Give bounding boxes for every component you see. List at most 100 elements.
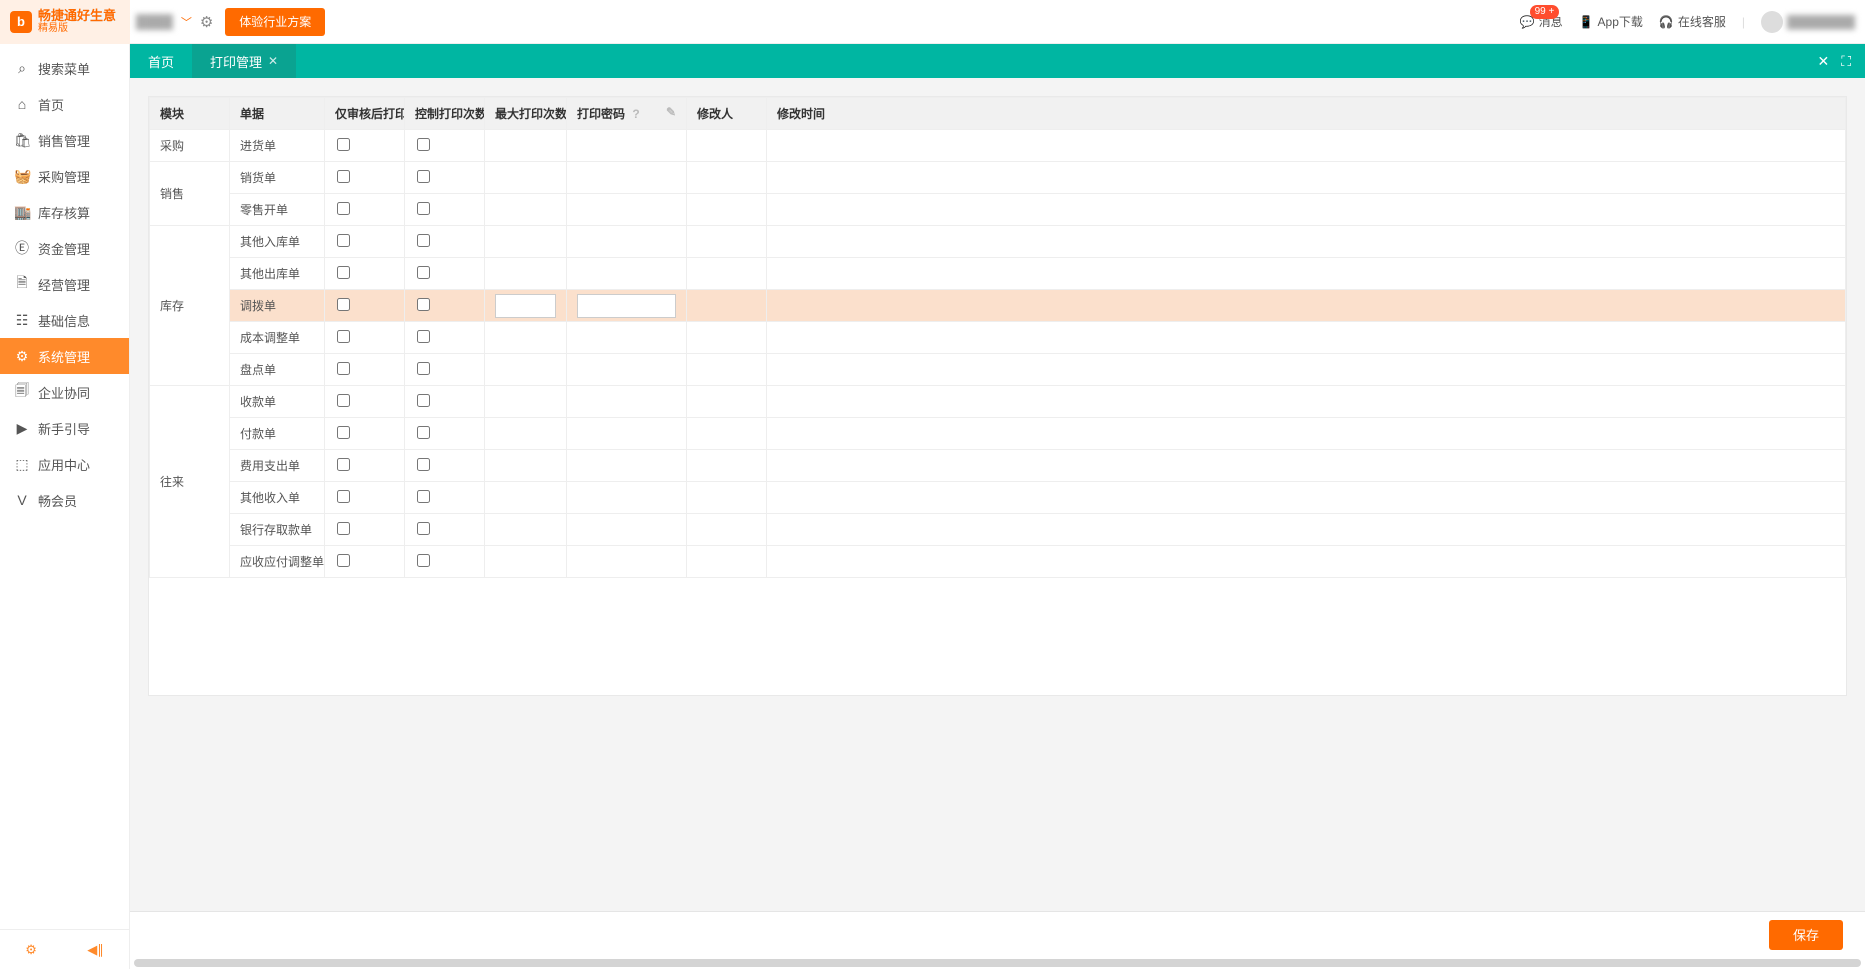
table-row: 库存其他入库单: [150, 226, 1846, 258]
company-selector[interactable]: ████ ﹀ ⚙: [136, 13, 213, 31]
modifier-cell: [687, 258, 767, 290]
tab-0[interactable]: 首页: [130, 44, 192, 78]
sidebar-item-icon: ☷: [14, 312, 30, 329]
fullscreen-icon[interactable]: ⛶: [1841, 53, 1851, 70]
mod-time-cell: [767, 386, 1846, 418]
modifier-cell: [687, 482, 767, 514]
gear-icon[interactable]: ⚙: [200, 13, 213, 31]
sidebar-item-11[interactable]: ⬚应用中心: [0, 446, 129, 482]
mod-time-cell: [767, 322, 1846, 354]
sidebar-item-0[interactable]: ⌕搜索菜单: [0, 50, 129, 86]
sidebar-item-12[interactable]: V畅会员: [0, 482, 129, 518]
edit-column-icon[interactable]: ✎: [666, 105, 676, 119]
checkbox[interactable]: [337, 170, 350, 183]
sidebar-item-6[interactable]: 🗎经营管理: [0, 266, 129, 302]
checkbox[interactable]: [417, 202, 430, 215]
sidebar-item-label: 资金管理: [38, 239, 90, 258]
close-icon[interactable]: ✕: [268, 54, 278, 68]
print-settings-panel: 模块 单据 仅审核后打印 控制打印次数 最大打印次数 打印密码 ? ✎: [148, 96, 1847, 696]
checkbox[interactable]: [337, 138, 350, 151]
doc-cell: 盘点单: [230, 354, 325, 386]
settings-icon[interactable]: ⚙: [25, 942, 37, 958]
checkbox[interactable]: [337, 554, 350, 567]
support-link[interactable]: 🎧 在线客服: [1659, 13, 1726, 30]
sidebar-item-5[interactable]: Ⓔ资金管理: [0, 230, 129, 266]
control-count-cell: [405, 226, 485, 258]
tab-bar: 首页打印管理✕ ✕ ⛶: [130, 44, 1865, 78]
checkbox[interactable]: [417, 266, 430, 279]
help-icon[interactable]: ?: [632, 107, 639, 121]
close-tab-icon[interactable]: ✕: [1817, 53, 1829, 70]
checkbox[interactable]: [417, 490, 430, 503]
checkbox[interactable]: [417, 362, 430, 375]
tab-1[interactable]: 打印管理✕: [192, 44, 296, 78]
checkbox[interactable]: [417, 458, 430, 471]
sidebar-list: ⌕搜索菜单⌂首页🛍销售管理🧺采购管理🏬库存核算Ⓔ资金管理🗎经营管理☷基础信息⚙系…: [0, 44, 129, 929]
control-count-cell: [405, 290, 485, 322]
tab-label: 首页: [148, 52, 174, 71]
password-cell: [567, 482, 687, 514]
sidebar-item-1[interactable]: ⌂首页: [0, 86, 129, 122]
checkbox[interactable]: [337, 298, 350, 311]
modifier-cell: [687, 290, 767, 322]
sidebar-item-4[interactable]: 🏬库存核算: [0, 194, 129, 230]
only-audit-cell: [325, 450, 405, 482]
sidebar-item-icon: ⚙: [14, 348, 30, 365]
sidebar-item-9[interactable]: 🗐企业协同: [0, 374, 129, 410]
doc-cell: 费用支出单: [230, 450, 325, 482]
checkbox[interactable]: [337, 202, 350, 215]
sidebar-item-3[interactable]: 🧺采购管理: [0, 158, 129, 194]
control-count-cell: [405, 514, 485, 546]
doc-cell: 进货单: [230, 130, 325, 162]
password-cell: [567, 162, 687, 194]
checkbox[interactable]: [417, 426, 430, 439]
checkbox[interactable]: [417, 394, 430, 407]
checkbox[interactable]: [417, 298, 430, 311]
mod-time-cell: [767, 162, 1846, 194]
max-count-cell: [485, 162, 567, 194]
promo-button[interactable]: 体验行业方案: [225, 8, 325, 36]
sidebar-item-7[interactable]: ☷基础信息: [0, 302, 129, 338]
mod-time-cell: [767, 482, 1846, 514]
checkbox[interactable]: [337, 522, 350, 535]
only-audit-cell: [325, 354, 405, 386]
control-count-cell: [405, 482, 485, 514]
checkbox[interactable]: [417, 554, 430, 567]
horizontal-scrollbar[interactable]: [130, 957, 1865, 969]
checkbox[interactable]: [337, 330, 350, 343]
checkbox[interactable]: [417, 138, 430, 151]
collapse-icon[interactable]: ◀∥: [87, 942, 104, 958]
col-max-count: 最大打印次数: [485, 98, 567, 130]
sidebar-item-label: 企业协同: [38, 383, 90, 402]
user-name: ████████: [1787, 15, 1855, 29]
checkbox[interactable]: [337, 490, 350, 503]
sidebar-item-10[interactable]: ▶新手引导: [0, 410, 129, 446]
max-count-cell: [485, 450, 567, 482]
checkbox[interactable]: [417, 170, 430, 183]
checkbox[interactable]: [337, 362, 350, 375]
checkbox[interactable]: [337, 426, 350, 439]
phone-icon: 📱: [1579, 15, 1594, 29]
checkbox[interactable]: [337, 266, 350, 279]
sidebar-item-8[interactable]: ⚙系统管理: [0, 338, 129, 374]
checkbox[interactable]: [417, 234, 430, 247]
table-row: 采购进货单: [150, 130, 1846, 162]
checkbox[interactable]: [337, 234, 350, 247]
messages-link[interactable]: 💬 消息 99 +: [1520, 13, 1563, 30]
save-button[interactable]: 保存: [1769, 920, 1843, 950]
checkbox[interactable]: [417, 330, 430, 343]
checkbox[interactable]: [337, 394, 350, 407]
max-count-input[interactable]: [495, 294, 556, 318]
only-audit-cell: [325, 514, 405, 546]
password-cell: [567, 418, 687, 450]
app-download-link[interactable]: 📱 App下载: [1579, 13, 1643, 30]
user-menu[interactable]: ████████: [1761, 11, 1855, 33]
main-area: 首页打印管理✕ ✕ ⛶ 模块: [130, 44, 1865, 969]
sidebar-item-icon: 🏬: [14, 204, 30, 221]
checkbox[interactable]: [337, 458, 350, 471]
module-cell: 往来: [150, 386, 230, 578]
checkbox[interactable]: [417, 522, 430, 535]
sidebar-item-2[interactable]: 🛍销售管理: [0, 122, 129, 158]
password-input[interactable]: [577, 294, 676, 318]
sidebar-item-label: 采购管理: [38, 167, 90, 186]
